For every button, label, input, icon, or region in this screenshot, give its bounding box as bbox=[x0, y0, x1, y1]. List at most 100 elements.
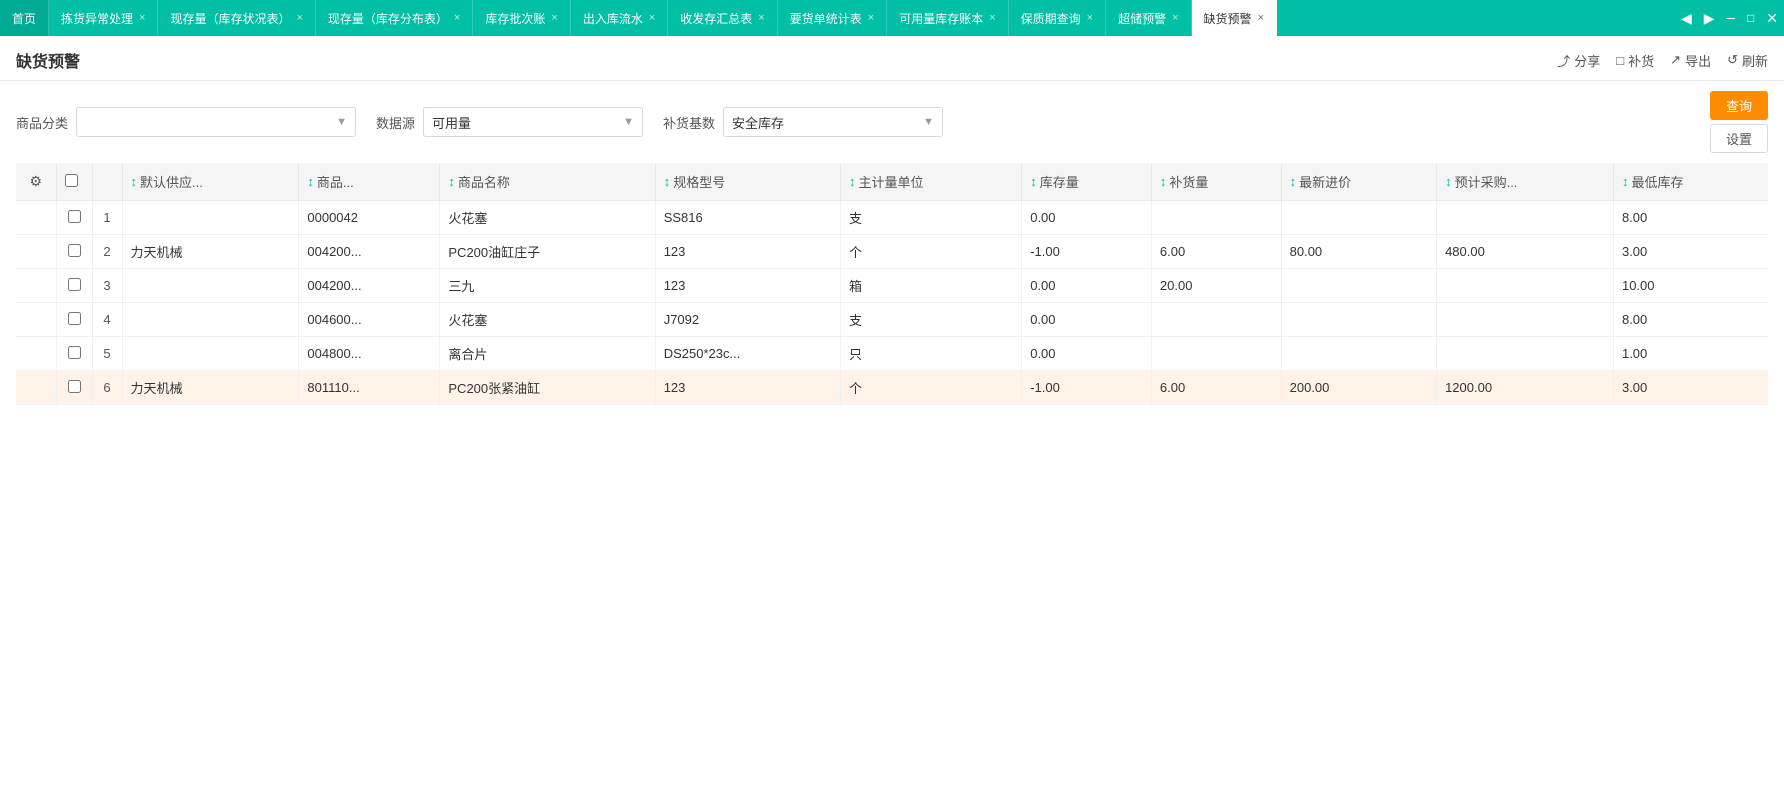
close-tab-11[interactable]: × bbox=[1258, 12, 1264, 24]
cell-check-5[interactable] bbox=[56, 371, 92, 405]
tab-demand-stats[interactable]: 要货单统计表 × bbox=[778, 0, 887, 36]
export-button[interactable]: ↗ 导出 bbox=[1670, 51, 1711, 70]
cell-stock-2: 0.00 bbox=[1022, 269, 1152, 303]
cell-gear-3 bbox=[16, 303, 56, 337]
tab-inventory-status[interactable]: 现存量（库存状况表） × bbox=[158, 0, 315, 36]
cell-supplier-2 bbox=[122, 269, 299, 303]
tab-inout-flow[interactable]: 出入库流水 × bbox=[571, 0, 668, 36]
row-checkbox-5[interactable] bbox=[68, 380, 81, 393]
tab-overstock-warning[interactable]: 超储预警 × bbox=[1106, 0, 1191, 36]
sort-supplier-icon: ↕ bbox=[131, 174, 138, 189]
page-content: 缺货预警 ⤴ 分享 □ 补货 ↗ 导出 ↺ 刷新 商品分类 bbox=[0, 36, 1784, 796]
tab-shortage-warning[interactable]: 缺货预警 × bbox=[1192, 0, 1277, 36]
table-header: ⚙ ↕ 默认供应... ↕ bbox=[16, 163, 1768, 201]
settings-button[interactable]: 设置 bbox=[1710, 124, 1768, 153]
cell-check-3[interactable] bbox=[56, 303, 92, 337]
window-maximize-btn[interactable]: □ bbox=[1741, 0, 1760, 36]
cell-gear-1 bbox=[16, 235, 56, 269]
th-latest-price[interactable]: ↕ 最新进价 bbox=[1281, 163, 1436, 201]
column-settings-btn[interactable]: ⚙ bbox=[27, 171, 44, 192]
cell-spec-3: J7092 bbox=[655, 303, 840, 337]
th-replenish[interactable]: ↕ 补货量 bbox=[1151, 163, 1281, 201]
cell-spec-1: 123 bbox=[655, 235, 840, 269]
replenish-basis-filter-group: 补货基数 安全库存 ▼ bbox=[663, 107, 943, 137]
cell-replenish-1: 6.00 bbox=[1151, 235, 1281, 269]
cell-check-2[interactable] bbox=[56, 269, 92, 303]
tab-inventory-distribution[interactable]: 现存量（库存分布表） × bbox=[316, 0, 473, 36]
category-select[interactable]: ▼ bbox=[76, 107, 356, 137]
row-checkbox-3[interactable] bbox=[68, 312, 81, 325]
replenish-basis-value: 安全库存 bbox=[732, 113, 784, 132]
cell-unit-0: 支 bbox=[841, 201, 1022, 235]
refresh-button[interactable]: ↺ 刷新 bbox=[1727, 51, 1768, 70]
th-gear: ⚙ bbox=[16, 163, 56, 201]
cell-code-5: 801110... bbox=[299, 371, 440, 405]
close-tab-10[interactable]: × bbox=[1172, 12, 1178, 24]
close-tab-5[interactable]: × bbox=[649, 12, 655, 24]
cell-name-2: 三九 bbox=[440, 269, 655, 303]
table-row: 6 力天机械 801110... PC200张紧油缸 123 个 -1.00 6… bbox=[16, 371, 1768, 405]
th-min-stock[interactable]: ↕ 最低库存 bbox=[1613, 163, 1768, 201]
row-checkbox-0[interactable] bbox=[68, 210, 81, 223]
close-tab-2[interactable]: × bbox=[296, 12, 302, 24]
replenish-button[interactable]: □ 补货 bbox=[1616, 51, 1654, 70]
th-unit[interactable]: ↕ 主计量单位 bbox=[841, 163, 1022, 201]
cell-stock-3: 0.00 bbox=[1022, 303, 1152, 337]
sort-price-icon: ↕ bbox=[1290, 174, 1297, 189]
row-checkbox-2[interactable] bbox=[68, 278, 81, 291]
cell-check-4[interactable] bbox=[56, 337, 92, 371]
cell-check-1[interactable] bbox=[56, 235, 92, 269]
datasource-filter-group: 数据源 可用量 ▼ bbox=[376, 107, 643, 137]
close-tab-6[interactable]: × bbox=[758, 12, 764, 24]
table-row: 5 004800... 离合片 DS250*23c... 只 0.00 1.00 bbox=[16, 337, 1768, 371]
row-checkbox-1[interactable] bbox=[68, 244, 81, 257]
th-spec[interactable]: ↕ 规格型号 bbox=[655, 163, 840, 201]
replenish-basis-select[interactable]: 安全库存 ▼ bbox=[723, 107, 943, 137]
th-product-code[interactable]: ↕ 商品... bbox=[299, 163, 440, 201]
nav-right-arrow[interactable]: ▶ bbox=[1698, 0, 1721, 36]
sort-code-icon: ↕ bbox=[307, 174, 314, 189]
th-estimated-purchase[interactable]: ↕ 预计采购... bbox=[1437, 163, 1614, 201]
cell-supplier-4 bbox=[122, 337, 299, 371]
nav-left-arrow[interactable]: ◀ bbox=[1675, 0, 1698, 36]
th-stock[interactable]: ↕ 库存量 bbox=[1022, 163, 1152, 201]
cell-rownum-4: 5 bbox=[92, 337, 122, 371]
th-supplier[interactable]: ↕ 默认供应... bbox=[122, 163, 299, 201]
close-tab-4[interactable]: × bbox=[551, 12, 557, 24]
window-close-btn[interactable]: ✕ bbox=[1760, 0, 1784, 36]
sort-estimated-icon: ↕ bbox=[1445, 174, 1452, 189]
select-all-checkbox[interactable] bbox=[65, 174, 78, 187]
tab-expiry-query[interactable]: 保质期查询 × bbox=[1009, 0, 1106, 36]
row-checkbox-4[interactable] bbox=[68, 346, 81, 359]
cell-latest-price-1: 80.00 bbox=[1281, 235, 1436, 269]
cell-min-stock-0: 8.00 bbox=[1613, 201, 1768, 235]
cell-supplier-0 bbox=[122, 201, 299, 235]
tab-available-ledger[interactable]: 可用量库存账本 × bbox=[887, 0, 1008, 36]
cell-spec-5: 123 bbox=[655, 371, 840, 405]
replenish-icon: □ bbox=[1616, 53, 1624, 68]
tab-summary[interactable]: 收发存汇总表 × bbox=[668, 0, 777, 36]
close-tab-9[interactable]: × bbox=[1087, 12, 1093, 24]
sort-unit-icon: ↕ bbox=[849, 174, 856, 189]
cell-stock-4: 0.00 bbox=[1022, 337, 1152, 371]
close-tab-1[interactable]: × bbox=[139, 12, 145, 24]
share-button[interactable]: ⤴ 分享 bbox=[1557, 51, 1600, 70]
query-button[interactable]: 查询 bbox=[1710, 91, 1768, 120]
th-product-name[interactable]: ↕ 商品名称 bbox=[440, 163, 655, 201]
cell-estimated-4 bbox=[1437, 337, 1614, 371]
th-row-num bbox=[92, 163, 122, 201]
replenish-basis-chevron-icon: ▼ bbox=[923, 116, 934, 128]
close-tab-7[interactable]: × bbox=[868, 12, 874, 24]
window-minimize-btn[interactable]: ─ bbox=[1721, 0, 1742, 36]
tab-home[interactable]: 首页 bbox=[0, 0, 49, 36]
table-row: 1 0000042 火花塞 SS816 支 0.00 8.00 bbox=[16, 201, 1768, 235]
close-tab-8[interactable]: × bbox=[989, 12, 995, 24]
datasource-select[interactable]: 可用量 ▼ bbox=[423, 107, 643, 137]
cell-supplier-3 bbox=[122, 303, 299, 337]
close-tab-3[interactable]: × bbox=[454, 12, 460, 24]
cell-name-4: 离合片 bbox=[440, 337, 655, 371]
sort-stock-icon: ↕ bbox=[1030, 174, 1037, 189]
tab-pick-exception[interactable]: 拣货异常处理 × bbox=[49, 0, 158, 36]
cell-check-0[interactable] bbox=[56, 201, 92, 235]
tab-batch-account[interactable]: 库存批次账 × bbox=[473, 0, 570, 36]
